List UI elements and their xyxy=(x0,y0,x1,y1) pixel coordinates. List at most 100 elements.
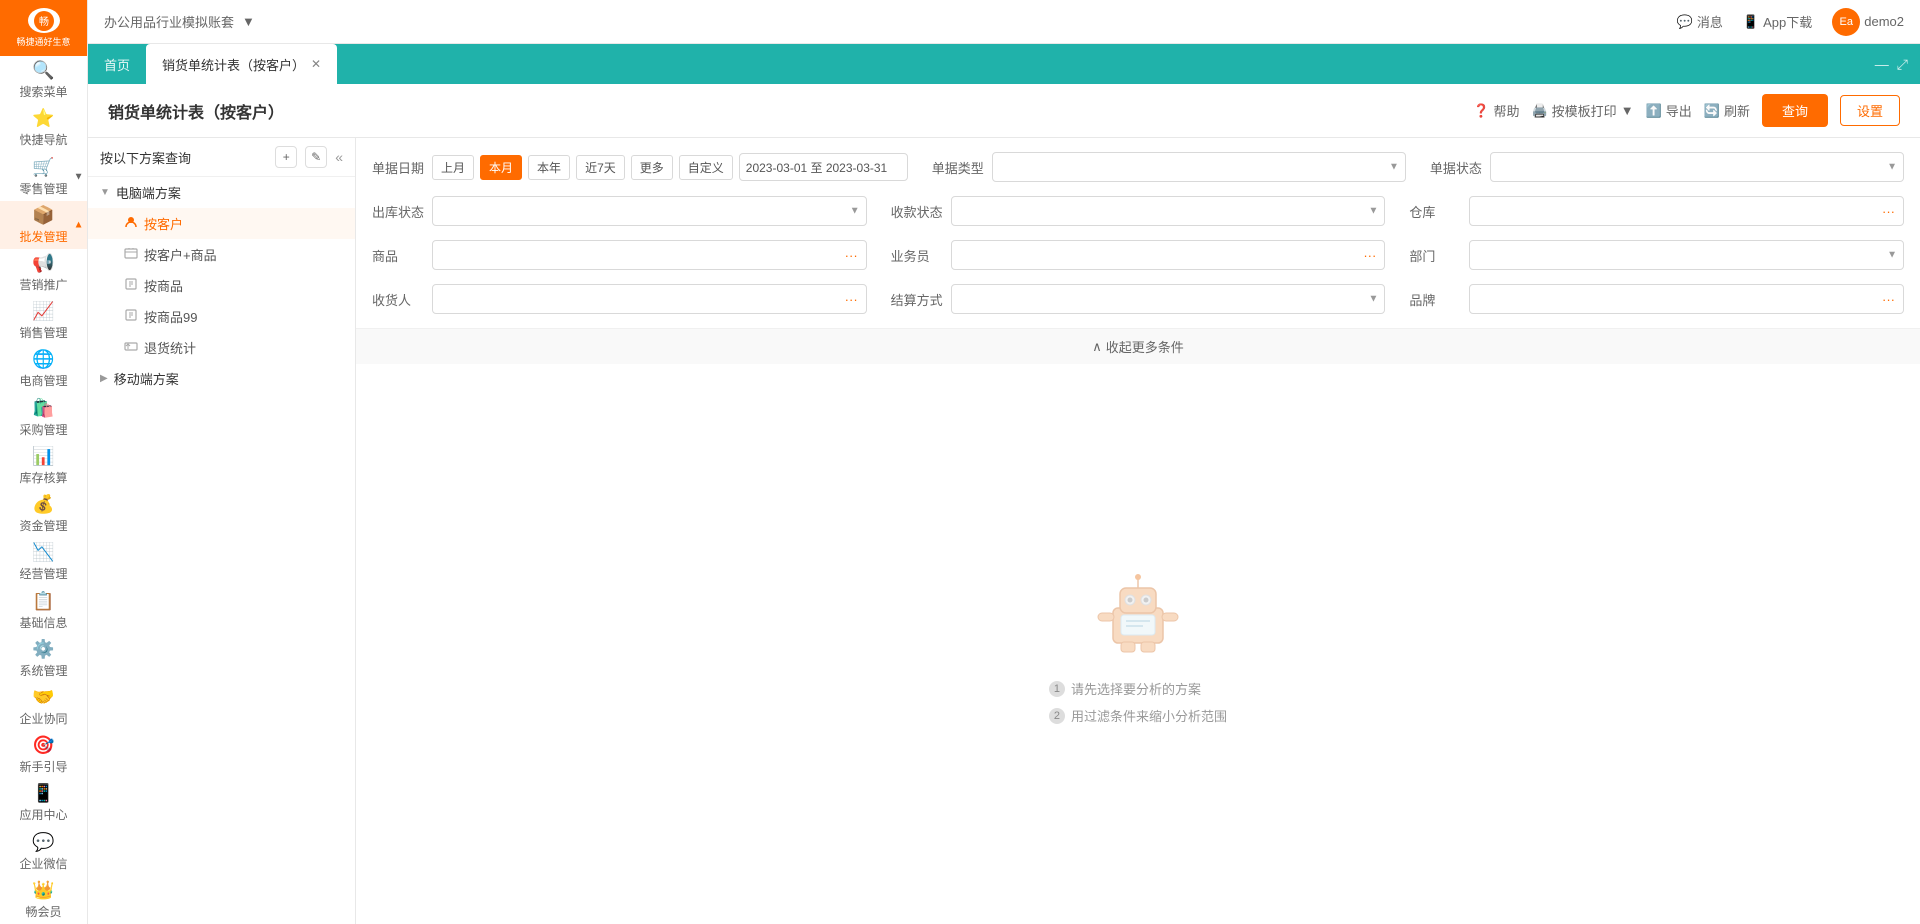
warehouse-label: 仓库 xyxy=(1409,202,1461,221)
panel-collapse-btn[interactable]: « xyxy=(335,149,343,165)
sidebar-item-retail[interactable]: 🛒 零售管理 ▼ xyxy=(0,152,88,200)
order-type-select[interactable] xyxy=(992,152,1406,182)
edit-scheme-btn[interactable]: ✎ xyxy=(305,146,327,168)
date-btn-this-month[interactable]: 本月 xyxy=(480,155,522,180)
sidebar-item-app-center[interactable]: 📱 应用中心 xyxy=(0,779,88,827)
query-button[interactable]: 查询 xyxy=(1762,94,1828,127)
sidebar-item-sales-label: 销售管理 xyxy=(19,324,67,341)
export-btn[interactable]: ⬆️ 导出 xyxy=(1646,101,1692,120)
salesperson-dots-btn[interactable]: ··· xyxy=(1363,248,1376,263)
template-print-btn[interactable]: 🖨️ 按模板打印 ▼ xyxy=(1531,101,1633,120)
tree-item-by-customer-goods[interactable]: 按客户+商品 xyxy=(88,239,355,270)
filter-row-4: 收货人 ··· 结算方式 xyxy=(372,284,1904,314)
settings-button[interactable]: 设置 xyxy=(1840,95,1900,126)
tree-mobile-group[interactable]: ▶ 移动端方案 xyxy=(88,363,355,394)
receipt-status-select[interactable] xyxy=(951,196,1386,226)
tree-item-by-customer[interactable]: 按客户 xyxy=(88,208,355,239)
sidebar-item-marketing-label: 营销推广 xyxy=(19,276,67,293)
sidebar-item-ecommerce[interactable]: 🌐 电商管理 xyxy=(0,345,88,393)
page-title: 销货单统计表（按客户） xyxy=(108,99,284,123)
sidebar-item-inventory[interactable]: 📊 库存核算 xyxy=(0,442,88,490)
sidebar-item-newbie[interactable]: 🎯 新手引导 xyxy=(0,731,88,779)
sidebar-item-marketing[interactable]: 📢 营销推广 xyxy=(0,249,88,297)
department-select[interactable] xyxy=(1469,240,1904,270)
add-scheme-btn[interactable]: + xyxy=(275,146,297,168)
messages-label: 消息 xyxy=(1697,12,1723,31)
star-icon: ⭐ xyxy=(32,108,54,129)
tree-expand-icon: ▼ xyxy=(100,187,110,198)
tab-sales-stats[interactable]: 销货单统计表（按客户） ✕ xyxy=(146,44,337,84)
tree-by-customer-label: 按客户 xyxy=(144,214,183,233)
sidebar-item-operations[interactable]: 📉 经营管理 xyxy=(0,538,88,586)
tree-desktop-label: 电脑端方案 xyxy=(116,183,181,202)
help-label: 帮助 xyxy=(1493,101,1519,120)
sidebar-item-operations-label: 经营管理 xyxy=(19,565,67,582)
date-btn-more[interactable]: 更多 xyxy=(631,155,673,180)
date-btn-custom[interactable]: 自定义 xyxy=(679,155,733,180)
tree-desktop-group[interactable]: ▼ 电脑端方案 xyxy=(88,177,355,208)
filter-row-2: 出库状态 ▼ 收款状态 xyxy=(372,196,1904,226)
collapse-text: 收起更多条件 xyxy=(1106,337,1184,356)
help-btn[interactable]: ❓ 帮助 xyxy=(1473,101,1519,120)
date-label: 单据日期 xyxy=(372,158,424,177)
tree-item-by-goods[interactable]: 按商品 xyxy=(88,270,355,301)
sidebar-item-wholesale[interactable]: 📦 批发管理 ▲ xyxy=(0,201,88,249)
sidebar-item-wechat[interactable]: 💬 企业微信 xyxy=(0,828,88,876)
main-content: 办公用品行业模拟账套 ▼ 💬 消息 📱 App下载 Ea demo2 首页 销货… xyxy=(88,0,1920,924)
tree-item-return-stats[interactable]: 退货统计 xyxy=(88,332,355,363)
marketing-icon: 📢 xyxy=(32,253,54,274)
tab-bar: 首页 销货单统计表（按客户） ✕ — ⤢ xyxy=(88,44,1920,84)
tab-close-icon[interactable]: ✕ xyxy=(311,57,321,71)
receiver-input[interactable] xyxy=(441,292,841,307)
receiver-dots-btn[interactable]: ··· xyxy=(845,292,858,307)
sidebar-item-member[interactable]: 👑 畅会员 xyxy=(0,876,88,924)
brand-input[interactable] xyxy=(1478,292,1878,307)
collapse-bar[interactable]: ∧ 收起更多条件 xyxy=(356,328,1920,364)
tab-minimize-icon[interactable]: — xyxy=(1875,56,1889,73)
sidebar-item-search[interactable]: 🔍 搜索菜单 xyxy=(0,56,88,104)
sidebar-item-quick-nav[interactable]: ⭐ 快捷导航 xyxy=(0,104,88,152)
empty-state: 1 请先选择要分析的方案 2 用过滤条件来缩小分析范围 xyxy=(356,364,1920,924)
sidebar-item-system[interactable]: ⚙️ 系统管理 xyxy=(0,635,88,683)
salesperson-field: 业务员 ··· xyxy=(891,240,1386,270)
sidebar-item-basic-info[interactable]: 📋 基础信息 xyxy=(0,586,88,634)
refresh-btn[interactable]: 🔄 刷新 xyxy=(1704,101,1750,120)
salesperson-input[interactable] xyxy=(960,248,1360,263)
logo-image: 畅 畅捷通好生意 xyxy=(16,8,72,48)
order-status-select[interactable] xyxy=(1490,152,1904,182)
account-dropdown-icon[interactable]: ▼ xyxy=(242,14,255,29)
date-range-input[interactable] xyxy=(739,153,908,181)
brand-dots-btn[interactable]: ··· xyxy=(1882,292,1895,307)
settlement-select[interactable] xyxy=(951,284,1386,314)
sidebar-item-purchase[interactable]: 🛍️ 采购管理 xyxy=(0,394,88,442)
home-tab-label: 首页 xyxy=(104,55,130,74)
gear-icon: ⚙️ xyxy=(32,639,54,660)
sidebar-item-enterprise[interactable]: 🤝 企业协同 xyxy=(0,683,88,731)
app-download-btn[interactable]: 📱 App下载 xyxy=(1743,12,1812,31)
tab-maximize-icon[interactable]: ⤢ xyxy=(1897,56,1908,73)
order-status-field: 单据状态 ▼ xyxy=(1430,152,1904,182)
user-menu[interactable]: Ea demo2 xyxy=(1832,8,1904,36)
sidebar-item-finance[interactable]: 💰 资金管理 xyxy=(0,490,88,538)
warehouse-input[interactable] xyxy=(1478,204,1878,219)
goods-field: 商品 ··· xyxy=(372,240,867,270)
ecommerce-icon: 🌐 xyxy=(32,349,54,370)
date-btn-last-month[interactable]: 上月 xyxy=(432,155,474,180)
tip-num-2: 2 xyxy=(1049,708,1065,724)
warehouse-dots-btn[interactable]: ··· xyxy=(1882,204,1895,219)
out-status-select[interactable] xyxy=(432,196,867,226)
left-panel: 按以下方案查询 + ✎ « ▼ 电脑端方案 xyxy=(88,138,356,924)
goods-input[interactable] xyxy=(441,248,841,263)
tree-item-by-goods-99[interactable]: 按商品99 xyxy=(88,301,355,332)
sidebar-item-ecommerce-label: 电商管理 xyxy=(19,372,67,389)
page-content: 销货单统计表（按客户） ❓ 帮助 🖨️ 按模板打印 ▼ ⬆️ 导出 🔄 刷新 xyxy=(88,84,1920,924)
goods-dots-btn[interactable]: ··· xyxy=(845,248,858,263)
empty-illustration xyxy=(1088,563,1188,663)
tab-home[interactable]: 首页 xyxy=(88,44,146,84)
tip-num-1: 1 xyxy=(1049,681,1065,697)
date-btn-this-year[interactable]: 本年 xyxy=(528,155,570,180)
sidebar-item-sales-mgmt[interactable]: 📈 销售管理 xyxy=(0,297,88,345)
messages-btn[interactable]: 💬 消息 xyxy=(1677,12,1723,31)
date-btn-7days[interactable]: 近7天 xyxy=(576,155,625,180)
operations-icon: 📉 xyxy=(32,542,54,563)
